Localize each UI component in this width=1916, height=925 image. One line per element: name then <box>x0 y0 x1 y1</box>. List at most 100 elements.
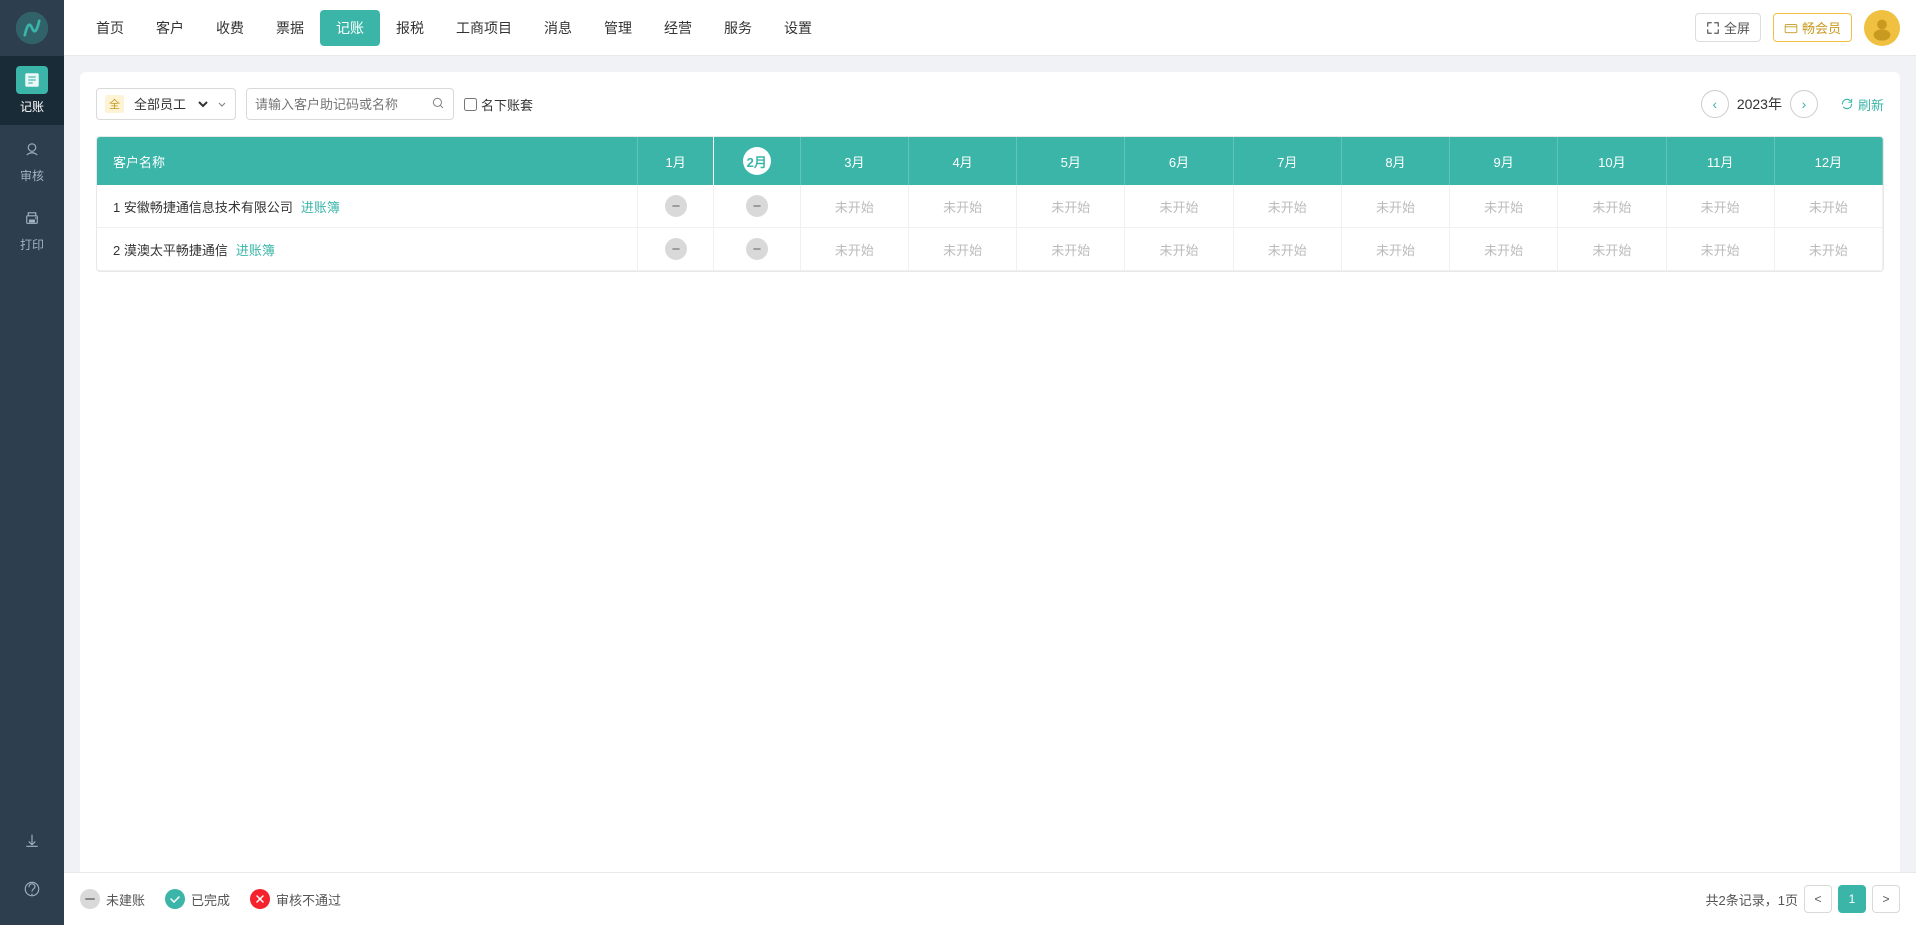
footer: 未建账 已完成 审核不通过 共2条记录，1页 < 1 > <box>64 872 1916 925</box>
prev-year-button[interactable]: ‹ <box>1701 90 1729 118</box>
month-cell-m11: 未开始 <box>1666 185 1774 228</box>
refresh-button[interactable]: 刷新 <box>1840 95 1884 114</box>
table-wrap: 客户名称 1月 2月 3月 4月 5月 6月 7月 8月 9月 10月 11月 <box>96 136 1884 272</box>
legend-dot-red <box>250 889 270 909</box>
col-header-m7: 7月 <box>1233 137 1341 185</box>
legend-dot-grey <box>80 889 100 909</box>
status-not-started-text: 未开始 <box>835 243 874 258</box>
search-input[interactable] <box>255 97 431 112</box>
status-not-started-text: 未开始 <box>1592 200 1631 215</box>
my-accounts-checkbox[interactable] <box>464 98 477 111</box>
status-not-started-text: 未开始 <box>943 200 982 215</box>
month-cell-m10: 未开始 <box>1558 228 1666 271</box>
col-header-m12: 12月 <box>1774 137 1882 185</box>
customer-name-cell: 2 漠澳太平畅捷通信进账簿 <box>97 228 638 271</box>
checkbox-label[interactable]: 名下账套 <box>464 95 533 114</box>
print-icon <box>16 204 48 232</box>
sidebar-item-label-print: 打印 <box>20 236 44 253</box>
nav-tax[interactable]: 报税 <box>380 0 440 56</box>
status-not-started-text: 未开始 <box>1051 243 1090 258</box>
status-not-started-text: 未开始 <box>1809 243 1848 258</box>
nav-invoice[interactable]: 票据 <box>260 0 320 56</box>
cross-icon <box>255 894 265 904</box>
month-cell-m10: 未开始 <box>1558 185 1666 228</box>
col-header-m5: 5月 <box>1017 137 1125 185</box>
prev-page-button[interactable]: < <box>1804 885 1832 913</box>
col-header-m10: 10月 <box>1558 137 1666 185</box>
sidebar-item-download[interactable] <box>0 817 64 865</box>
month-cell-m11: 未开始 <box>1666 228 1774 271</box>
status-not-built-circle <box>665 238 687 260</box>
status-not-started-text: 未开始 <box>1268 200 1307 215</box>
minus-icon <box>85 898 95 900</box>
month-cell-m6: 未开始 <box>1125 185 1233 228</box>
status-not-started-text: 未开始 <box>1701 243 1740 258</box>
month-cell-m3: 未开始 <box>800 185 908 228</box>
table-row: 2 漠澳太平畅捷通信进账簿 未开始 未开始 未开始 未开始 未开始 未开始 未开始 未开始 未开始… <box>97 228 1883 271</box>
col-header-m4: 4月 <box>908 137 1016 185</box>
month-cell-m8: 未开始 <box>1341 185 1449 228</box>
page-1-button[interactable]: 1 <box>1838 885 1866 913</box>
status-not-started-text: 未开始 <box>1268 243 1307 258</box>
sidebar-item-support[interactable] <box>0 865 64 913</box>
nav-home[interactable]: 首页 <box>80 0 140 56</box>
avatar[interactable] <box>1864 10 1900 46</box>
avatar-image <box>1868 14 1896 42</box>
sidebar-item-print[interactable]: 打印 <box>0 194 64 263</box>
download-icon <box>16 827 48 855</box>
vip-label: 畅会员 <box>1802 18 1841 37</box>
book-icon <box>16 66 48 94</box>
nav-settings[interactable]: 设置 <box>768 0 828 56</box>
nav-billing[interactable]: 收费 <box>200 0 260 56</box>
employee-select[interactable]: 全部员工 <box>130 96 211 113</box>
sidebar-item-label-bookkeeping: 记账 <box>20 98 44 115</box>
col-header-m3: 3月 <box>800 137 908 185</box>
customer-index: 2 漠澳太平畅捷通信 <box>113 243 228 258</box>
content: 全 全部员工 <box>64 56 1916 872</box>
nav-message[interactable]: 消息 <box>528 0 588 56</box>
status-not-started-text: 未开始 <box>1484 200 1523 215</box>
audit-icon <box>16 135 48 163</box>
search-button[interactable] <box>431 96 445 113</box>
col-header-m8: 8月 <box>1341 137 1449 185</box>
status-not-started-text: 未开始 <box>1484 243 1523 258</box>
nav-business[interactable]: 工商项目 <box>440 0 528 56</box>
content-card: 全 全部员工 <box>80 72 1900 872</box>
enter-ledger-link[interactable]: 进账簿 <box>236 243 275 258</box>
status-not-started-text: 未开始 <box>943 243 982 258</box>
status-not-started-text: 未开始 <box>1160 243 1199 258</box>
enter-ledger-link[interactable]: 进账簿 <box>301 200 340 215</box>
nav-bookkeeping[interactable]: 记账 <box>320 10 380 46</box>
employee-tag: 全 <box>105 95 124 113</box>
month-cell-m3: 未开始 <box>800 228 908 271</box>
vip-button[interactable]: 畅会员 <box>1773 13 1852 42</box>
next-year-button[interactable]: › <box>1790 90 1818 118</box>
table-header-row: 客户名称 1月 2月 3月 4月 5月 6月 7月 8月 9月 10月 11月 <box>97 137 1883 185</box>
nav-manage[interactable]: 管理 <box>588 0 648 56</box>
nav-operation[interactable]: 经营 <box>648 0 708 56</box>
next-page-button[interactable]: > <box>1872 885 1900 913</box>
legend-label-not-built: 未建账 <box>106 890 145 909</box>
legend-done: 已完成 <box>165 889 230 909</box>
month-cell-m12: 未开始 <box>1774 185 1882 228</box>
status-not-started-text: 未开始 <box>1809 200 1848 215</box>
sidebar-item-audit[interactable]: 审核 <box>0 125 64 194</box>
sidebar-item-bookkeeping[interactable]: 记账 <box>0 56 64 125</box>
status-not-started-text: 未开始 <box>1051 200 1090 215</box>
table-row: 1 安徽畅捷通信息技术有限公司进账簿未开始未开始未开始未开始未开始未开始未开始未… <box>97 185 1883 228</box>
month-cell-m1 <box>638 185 713 228</box>
search-wrapper <box>246 88 454 120</box>
month-cell-m6: 未开始 <box>1125 228 1233 271</box>
status-not-started-text: 未开始 <box>1592 243 1631 258</box>
month-cell-m2 <box>713 228 800 271</box>
fullscreen-button[interactable]: 全屏 <box>1695 13 1761 42</box>
status-not-built-circle <box>665 195 687 217</box>
legend-label-done: 已完成 <box>191 890 230 909</box>
status-not-started-text: 未开始 <box>1376 243 1415 258</box>
nav-service[interactable]: 服务 <box>708 0 768 56</box>
topnav-right: 全屏 畅会员 <box>1695 10 1900 46</box>
nav-customer[interactable]: 客户 <box>140 0 200 56</box>
year-nav: ‹ 2023年 › <box>1701 90 1818 118</box>
col-header-m6: 6月 <box>1125 137 1233 185</box>
col-header-m11: 11月 <box>1666 137 1774 185</box>
